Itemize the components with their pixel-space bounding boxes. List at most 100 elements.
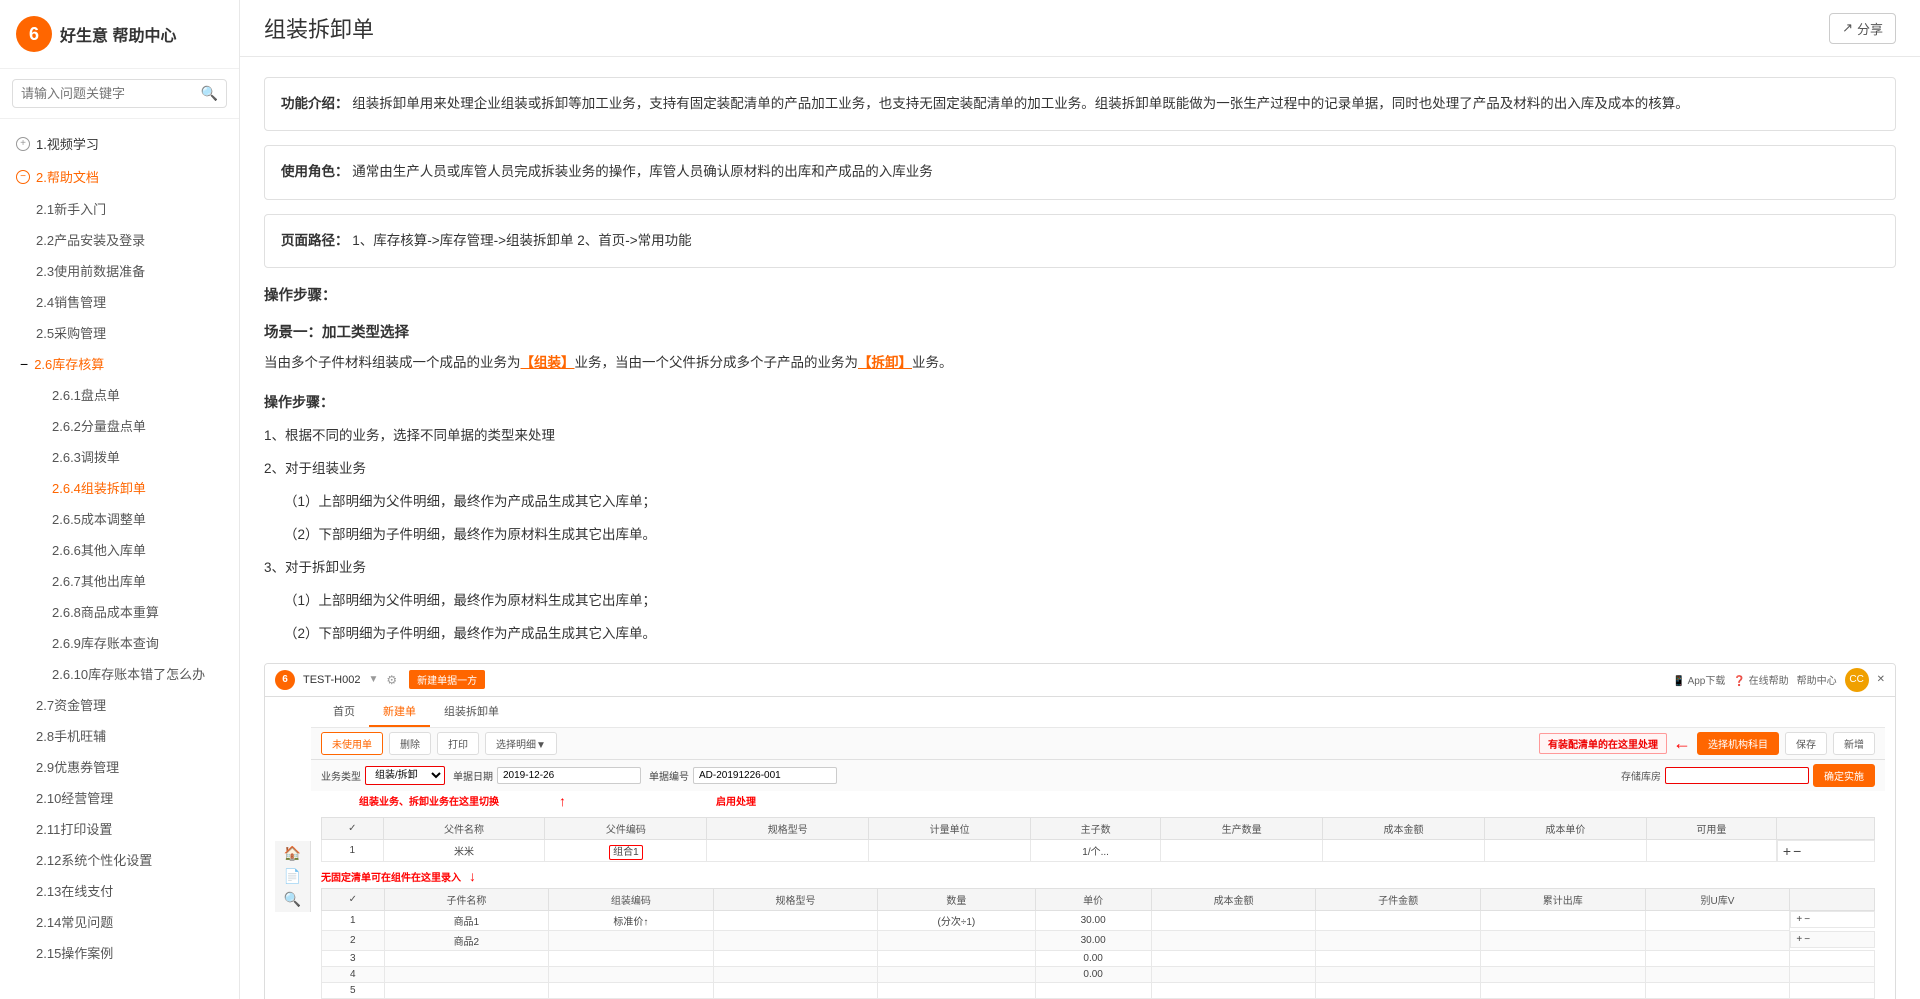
sim-low-col-other: 别U库V [1645,889,1790,911]
search-icon[interactable]: 🔍 [201,85,218,102]
sim-help-icon: ❓ 在线帮助 [1733,672,1788,687]
sim-low-col-child-amt: 子件金额 [1316,889,1481,911]
sidebar-item-docs-212[interactable]: 2.12系统个性化设置 [0,844,239,875]
sim-row-del-icon[interactable]: − [1793,843,1801,859]
search-input[interactable] [21,86,201,101]
sim-arrow-icon: ← [1673,733,1691,754]
sim-upper-ops-1: + − [1777,840,1875,862]
sidebar-item-docs-211[interactable]: 2.11打印设置 [0,813,239,844]
sim-low-add-icon2[interactable]: + [1796,934,1802,945]
sidebar-item-docs-210[interactable]: 2.10经营管理 [0,782,239,813]
sim-type-field: 业务类型 组装/拆卸 [321,766,445,785]
sidebar-item-docs-268[interactable]: 2.6.8商品成本重算 [0,596,239,627]
sidebar-item-docs-23[interactable]: 2.3使用前数据准备 [0,255,239,286]
sim-type-select[interactable]: 组装/拆卸 [365,766,445,785]
sim-help-center: 帮助中心 [1797,672,1837,687]
sidebar-item-docs-28[interactable]: 2.8手机旺辅 [0,720,239,751]
sim-app: 6 TEST-H002 ▼ ⚙ 新建单据一方 📱 App下载 ❓ 在线帮助 帮助… [265,664,1895,999]
sim-tab-bar: 首页 新建单 组装拆卸单 [311,697,1885,728]
sidebar-item-docs-267[interactable]: 2.6.7其他出库单 [0,565,239,596]
logo-area: 6 好生意 帮助中心 [0,0,239,69]
sim-lower-row-4: 4 0.00 [322,967,1875,983]
sidebar-item-docs-214[interactable]: 2.14常见问题 [0,906,239,937]
sim-upper-costamt-1 [1323,839,1485,862]
sim-order-field: 单据编号 [649,767,837,784]
sim-stock-input[interactable] [1665,767,1809,784]
sim-print-btn[interactable]: 打印 [437,732,479,755]
sim-tab-home[interactable]: 首页 [319,697,369,727]
sidebar-item-docs-265[interactable]: 2.6.5成本调整单 [0,503,239,534]
sim-action-btn1[interactable]: 保存 [1785,732,1827,755]
sim-unused-btn[interactable]: 未使用单 [321,732,383,755]
sidebar-item-docs[interactable]: − 2.帮助文档 2.1新手入门 2.2产品安装及登录 2.3使用前数据准备 2… [0,160,239,968]
role-block: 使用角色： 通常由生产人员或库管人员完成拆装业务的操作，库管人员确认原材料的出库… [264,145,1896,199]
sim-delete-btn[interactable]: 删除 [389,732,431,755]
sim-type-label: 业务类型 [321,768,361,783]
sim-date-input[interactable] [497,767,641,784]
highlight-disassemble: 【拆卸】 [858,355,912,370]
sim-low-del-icon2[interactable]: − [1804,934,1810,945]
sim-confirm-btn[interactable]: 确定实施 [1813,764,1875,787]
sim-tab-list[interactable]: 组装拆卸单 [430,697,513,727]
sidebar-item-docs-264[interactable]: 2.6.4组装拆卸单 [0,472,239,503]
share-button[interactable]: ↗ 分享 [1829,13,1896,44]
expand-icon: + [16,137,30,151]
sim-low-add-icon[interactable]: + [1796,914,1802,925]
sim-upper-table: ✓ 父件名称 父件编码 规格型号 计量单位 主子数 生产数量 成本金额 成本单价 [321,817,1875,863]
search-box[interactable]: 🔍 [12,79,227,108]
sim-new-order-btn[interactable]: 新建单据一方 [409,670,485,689]
sim-upper-check-1: 1 [322,839,384,862]
sim-low-col-code: 组装编码 [549,889,714,911]
sidebar-item-docs-261[interactable]: 2.6.1盘点单 [0,379,239,410]
sidebar-item-docs-213[interactable]: 2.13在线支付 [0,875,239,906]
sidebar-item-docs-2610[interactable]: 2.6.10库存账本错了怎么办 [0,658,239,689]
sidebar-item-docs-26[interactable]: − 2.6库存核算 [0,348,239,379]
sim-low-col-cost: 成本金额 [1151,889,1316,911]
sidebar-item-video[interactable]: + 1.视频学习 [0,127,239,160]
sidebar-item-docs-263[interactable]: 2.6.3调拨单 [0,441,239,472]
sidebar-item-docs-21[interactable]: 2.1新手入门 [0,193,239,224]
sim-org-select-btn[interactable]: 选择机构科目 [1697,732,1779,755]
sim-low-col-price: 单价 [1035,889,1151,911]
sim-search2-icon: 🔍 [284,891,301,908]
sim-low-del-icon[interactable]: − [1804,914,1810,925]
sim-tab-new[interactable]: 新建单 [369,697,430,727]
sim-close-icon: ✕ [1877,674,1885,685]
sim-main-area: 首页 新建单 组装拆卸单 未使用单 删除 打印 选择明细▼ 有装配清单的在这里处… [311,697,1885,999]
sidebar-item-docs-22[interactable]: 2.2产品安装及登录 [0,224,239,255]
sim-order-input[interactable] [693,767,837,784]
sim-annotation-switch: 组装业务、拆卸业务在这里切换 [359,793,499,808]
sidebar-item-docs-29[interactable]: 2.9优惠券管理 [0,751,239,782]
sub-nav-26: 2.6.1盘点单 2.6.2分量盘点单 2.6.3调拨单 2.6.4组装拆卸单 … [0,379,239,689]
sim-upper-costprice-1 [1484,839,1646,862]
step2: 2、对于组装业务 [264,455,1896,482]
sim-topbar: 6 TEST-H002 ▼ ⚙ 新建单据一方 📱 App下载 ❓ 在线帮助 帮助… [265,664,1895,697]
sim-arrow-down-icon: ↓ [469,868,476,884]
sidebar-item-docs-269[interactable]: 2.6.9库存账本查询 [0,627,239,658]
operations-title: 操作步骤： [264,284,1896,305]
sim-dropdown-icon: ▼ [368,674,378,685]
sidebar-item-docs-27[interactable]: 2.7资金管理 [0,689,239,720]
sidebar-item-docs-25[interactable]: 2.5采购管理 [0,317,239,348]
sim-upper-prodqty-1 [1161,839,1323,862]
sidebar-item-26-label: 2.6库存核算 [34,354,104,373]
sim-row-add-icon[interactable]: + [1783,843,1791,859]
sidebar-item-docs-24[interactable]: 2.4销售管理 [0,286,239,317]
sim-upper-code-1: 组合1 [545,839,707,862]
sim-action-btn2[interactable]: 新增 [1833,732,1875,755]
sim-col-ratio: 主子数 [1031,817,1161,839]
collapse-icon-26: − [20,356,28,372]
sim-detail-btn[interactable]: 选择明细▼ [485,732,557,755]
sidebar-item-docs-215[interactable]: 2.15操作案例 [0,937,239,968]
step2-2: （2）下部明细为子件明细，最终作为原材料生成其它出库单。 [284,521,1896,548]
sim-upper-avail-1 [1646,839,1776,862]
sim-org-dropdown: 存储库房 确定实施 [1621,764,1875,787]
sim-low-col-check: ✓ [322,889,385,911]
sidebar-item-docs-262[interactable]: 2.6.2分量盘点单 [0,410,239,441]
sim-code-highlight: 组合1 [609,845,643,860]
logo-icon: 6 [16,16,52,52]
sim-upper-ratio-1: 1/个... [1031,839,1161,862]
sim-upper-unit-1 [869,839,1031,862]
sidebar-item-docs-266[interactable]: 2.6.6其他入库单 [0,534,239,565]
sim-doc-icon: 📄 [284,868,301,885]
